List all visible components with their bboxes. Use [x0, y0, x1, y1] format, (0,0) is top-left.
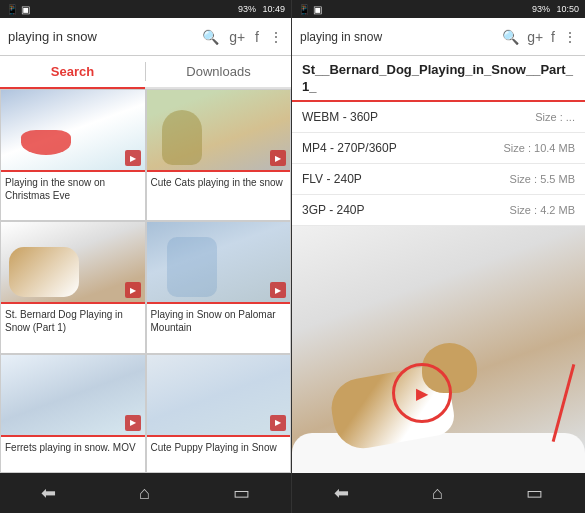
list-item[interactable]: WEBM - 360P Size : ... [292, 102, 585, 133]
video-title: St. Bernard Dog Playing in Snow (Part 1) [1, 304, 145, 340]
left-search-bar: playing in snow 🔍 g+ f ⋮ [0, 18, 291, 56]
right-status-time-signal: 93% 10:50 [532, 4, 579, 14]
left-status-bar: 📱 ▣ 93% 10:49 [0, 0, 291, 18]
list-item[interactable]: 3GP - 240P Size : 4.2 MB [292, 195, 585, 226]
format-name: WEBM - 360P [302, 110, 378, 124]
right-search-query: playing in snow [300, 30, 494, 44]
video-title: Cute Puppy Playing in Snow [147, 437, 291, 460]
format-size: Size : 10.4 MB [503, 142, 575, 154]
video-thumbnail: ▶ [147, 355, 291, 435]
video-preview-area[interactable] [292, 226, 585, 473]
back-button[interactable]: ⬅ [29, 478, 68, 508]
download-title: St__Bernard_Dog_Playing_in_Snow__Part_1_ [302, 62, 575, 96]
video-title: Playing in the snow on Christmas Eve [1, 172, 145, 208]
left-bottom-nav: ⬅ ⌂ ▭ [0, 473, 291, 513]
home-button[interactable]: ⌂ [127, 479, 162, 508]
right-status-bar: 📱 ▣ 93% 10:50 [292, 0, 585, 18]
format-name: FLV - 240P [302, 172, 362, 186]
format-name: MP4 - 270P/360P [302, 141, 397, 155]
snow-ground [292, 433, 585, 473]
preview-image [292, 226, 585, 473]
left-bar-icons: 🔍 g+ f ⋮ [202, 29, 283, 45]
back-button-r[interactable]: ⬅ [322, 478, 361, 508]
video-title: Playing in Snow on Palomar Mountain [147, 304, 291, 340]
video-thumbnail: ▶ [147, 222, 291, 302]
right-facebook-icon[interactable]: f [551, 29, 555, 45]
thumb-figure [167, 237, 217, 297]
play-indicator: ▶ [270, 415, 286, 431]
left-status-icons: 📱 ▣ [6, 4, 30, 15]
home-button-r[interactable]: ⌂ [420, 479, 455, 508]
right-googleplus-icon[interactable]: g+ [527, 29, 543, 45]
right-search-bar: playing in snow 🔍 g+ f ⋮ [292, 18, 585, 56]
video-thumbnail: ▶ [1, 222, 145, 302]
googleplus-icon[interactable]: g+ [229, 29, 245, 45]
thumb-figure [21, 130, 71, 155]
right-more-icon[interactable]: ⋮ [563, 29, 577, 45]
list-item[interactable]: ▶ Playing in the snow on Christmas Eve [1, 90, 145, 220]
leash [552, 364, 576, 442]
left-search-query: playing in snow [8, 29, 194, 44]
left-tabs: Search Downloads [0, 56, 291, 89]
list-item[interactable]: ▶ Cute Cats playing in the snow [147, 90, 291, 220]
list-item[interactable]: ▶ Ferrets playing in snow. MOV [1, 355, 145, 472]
right-bottom-nav: ⬅ ⌂ ▭ [292, 473, 585, 513]
video-thumbnail: ▶ [1, 355, 145, 435]
recents-button[interactable]: ▭ [221, 478, 262, 508]
list-item[interactable]: FLV - 240P Size : 5.5 MB [292, 164, 585, 195]
play-indicator: ▶ [125, 282, 141, 298]
play-circle-icon[interactable] [392, 363, 452, 423]
right-status-icons: 📱 ▣ [298, 4, 322, 15]
format-name: 3GP - 240P [302, 203, 364, 217]
right-panel: 📱 ▣ 93% 10:50 playing in snow 🔍 g+ f ⋮ S… [292, 0, 585, 513]
more-icon[interactable]: ⋮ [269, 29, 283, 45]
video-title: Ferrets playing in snow. MOV [1, 437, 145, 460]
play-indicator: ▶ [270, 282, 286, 298]
right-search-icon[interactable]: 🔍 [502, 29, 519, 45]
left-panel: 📱 ▣ 93% 10:49 playing in snow 🔍 g+ f ⋮ S… [0, 0, 292, 513]
video-title: Cute Cats playing in the snow [147, 172, 291, 195]
tab-downloads[interactable]: Downloads [146, 56, 291, 87]
play-indicator: ▶ [125, 415, 141, 431]
download-title-area: St__Bernard_Dog_Playing_in_Snow__Part_1_ [292, 56, 585, 102]
tab-search[interactable]: Search [0, 56, 145, 87]
list-item[interactable]: ▶ Playing in Snow on Palomar Mountain [147, 222, 291, 352]
format-list: WEBM - 360P Size : ... MP4 - 270P/360P S… [292, 102, 585, 226]
format-size: Size : 5.5 MB [510, 173, 575, 185]
search-icon[interactable]: 🔍 [202, 29, 219, 45]
left-status-time-signal: 93% 10:49 [238, 4, 285, 14]
thumb-figure [9, 247, 79, 297]
thumb-figure [162, 110, 202, 165]
facebook-icon[interactable]: f [255, 29, 259, 45]
list-item[interactable]: ▶ St. Bernard Dog Playing in Snow (Part … [1, 222, 145, 352]
video-grid: ▶ Playing in the snow on Christmas Eve ▶… [0, 89, 291, 473]
list-item[interactable]: MP4 - 270P/360P Size : 10.4 MB [292, 133, 585, 164]
play-indicator: ▶ [125, 150, 141, 166]
format-size: Size : ... [535, 111, 575, 123]
recents-button-r[interactable]: ▭ [514, 478, 555, 508]
format-size: Size : 4.2 MB [510, 204, 575, 216]
play-indicator: ▶ [270, 150, 286, 166]
video-thumbnail: ▶ [147, 90, 291, 170]
list-item[interactable]: ▶ Cute Puppy Playing in Snow [147, 355, 291, 472]
video-thumbnail: ▶ [1, 90, 145, 170]
